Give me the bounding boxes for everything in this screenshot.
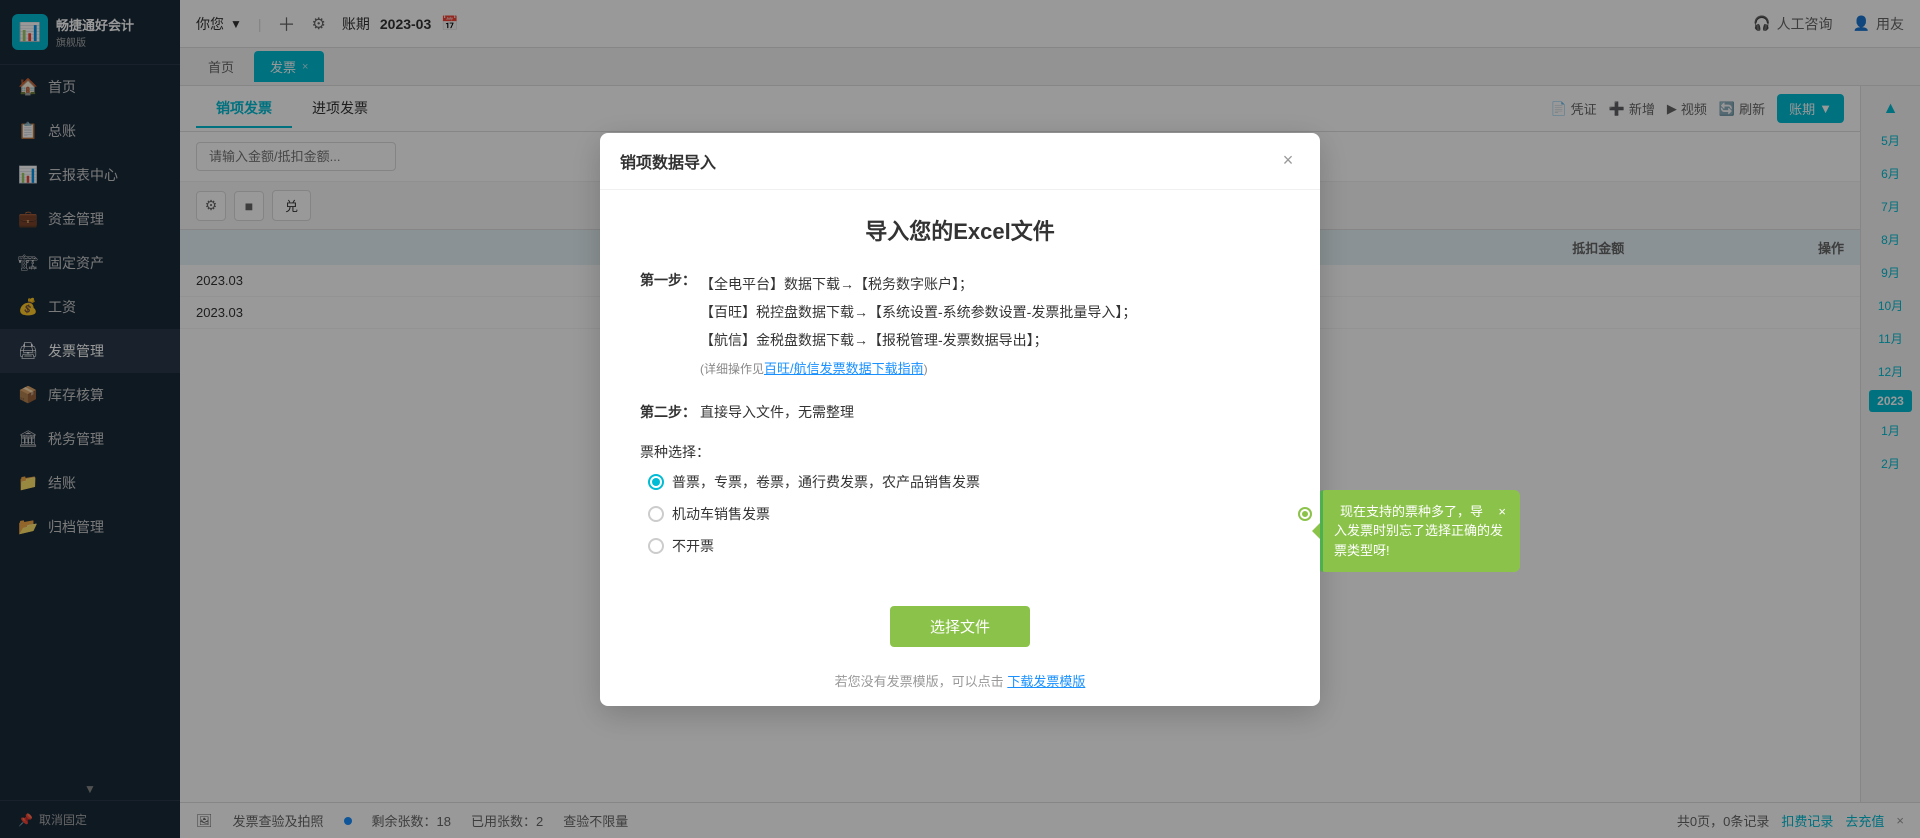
select-file-btn[interactable]: 选择文件 (890, 606, 1030, 647)
radio-no-ticket[interactable]: 不开票 (648, 536, 1280, 556)
tooltip-accent-bar (1320, 490, 1323, 573)
step2-content: 直接导入文件，无需整理 (700, 402, 854, 422)
radio-general[interactable]: 普票，专票，卷票，通行费发票，农产品销售发票 (648, 472, 1280, 492)
modal-close-btn[interactable]: × (1276, 149, 1300, 173)
step1-line2: 【百旺】税控盘数据下载→【系统设置-系统参数设置-发票批量导入】； (700, 298, 1136, 326)
tooltip-text: 现在支持的票种多了，导入发票时别忘了选择正确的发票类型呀! (1334, 504, 1503, 558)
radio-no-ticket-label: 不开票 (672, 536, 714, 556)
radio-group: 普票，专票，卷票，通行费发票，农产品销售发票 机动车销售发票 不开票 (640, 472, 1280, 556)
modal-footer: 选择文件 (600, 596, 1320, 663)
step1: 第一步： 【全电平台】数据下载→【税务数字账户】； 【百旺】税控盘数据下载→【系… (640, 270, 1280, 382)
ticket-label-text: 票种选择： (640, 442, 710, 462)
step2: 第二步： 直接导入文件，无需整理 (640, 402, 1280, 422)
radio-vehicle[interactable]: 机动车销售发票 (648, 504, 1280, 524)
modal-body: 导入您的Excel文件 第一步： 【全电平台】数据下载→【税务数字账户】； 【百… (600, 190, 1320, 596)
step1-content: 【全电平台】数据下载→【税务数字账户】； 【百旺】税控盘数据下载→【系统设置-系… (700, 270, 1136, 382)
radio-general-label: 普票，专票，卷票，通行费发票，农产品销售发票 (672, 472, 980, 492)
modal-overlay: 销项数据导入 × 导入您的Excel文件 第一步： 【全电平台】数据下载→【税务… (0, 0, 1920, 838)
download-template-link[interactable]: 下载发票模版 (1007, 674, 1085, 689)
step1-label: 第一步： (640, 270, 696, 290)
import-modal: 销项数据导入 × 导入您的Excel文件 第一步： 【全电平台】数据下载→【税务… (600, 133, 1320, 706)
step1-note: (详细操作见百旺/航信发票数据下载指南) (700, 362, 928, 376)
ticket-label: 票种选择： (640, 442, 1280, 462)
radio-vehicle-circle (648, 506, 664, 522)
radio-no-ticket-circle (648, 538, 664, 554)
tooltip-close-btn[interactable]: × (1498, 502, 1506, 522)
ticket-section: 票种选择： 普票，专票，卷票，通行费发票，农产品销售发票 机动车销售发票 (640, 442, 1280, 556)
modal-hint: 若您没有发票模版，可以点击 下载发票模版 (600, 663, 1320, 706)
radio-general-circle (648, 474, 664, 490)
step1-line1: 【全电平台】数据下载→【税务数字账户】； (700, 270, 1136, 298)
tooltip-popup: × 现在支持的票种多了，导入发票时别忘了选择正确的发票类型呀! (1320, 490, 1520, 573)
radio-vehicle-label: 机动车销售发票 (672, 504, 770, 524)
modal-header: 销项数据导入 × (600, 133, 1320, 190)
modal-title: 销项数据导入 (620, 149, 716, 173)
step2-label: 第二步： (640, 402, 696, 422)
step1-line3: 【航信】金税盘数据下载→【报税管理-发票数据导出】； (700, 326, 1136, 354)
modal-hint-text: 若您没有发票模版，可以点击 (835, 674, 1004, 689)
modal-main-title: 导入您的Excel文件 (640, 214, 1280, 246)
tooltip-connector-dot (1300, 509, 1310, 519)
step1-link[interactable]: 百旺/航信发票数据下载指南 (764, 361, 924, 376)
